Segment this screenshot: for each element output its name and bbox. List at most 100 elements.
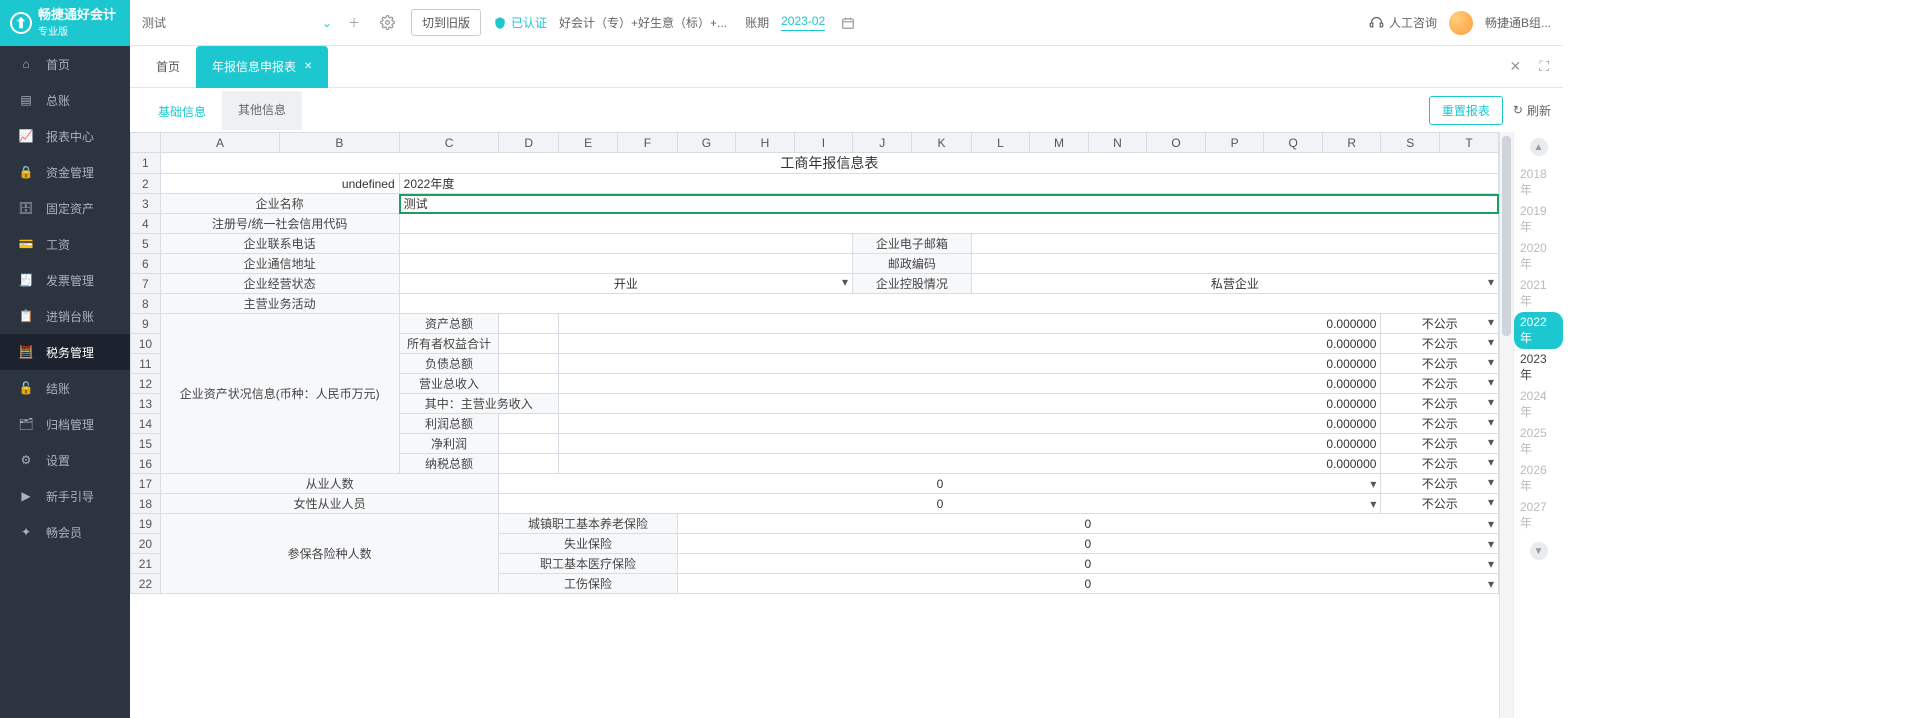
tab-home[interactable]: 首页 xyxy=(140,46,196,88)
col-header[interactable]: H xyxy=(736,133,795,153)
year-item[interactable]: 2026年 xyxy=(1514,460,1563,497)
year-item[interactable]: 2021年 xyxy=(1514,275,1563,312)
row-header[interactable]: 5 xyxy=(131,234,161,254)
col-header[interactable]: S xyxy=(1381,133,1440,153)
cell[interactable]: 2022年度 xyxy=(399,174,1498,194)
row-header[interactable]: 7 xyxy=(131,274,161,294)
col-header[interactable]: A xyxy=(160,133,279,153)
row-header[interactable]: 3 xyxy=(131,194,161,214)
year-item[interactable]: 2022年 xyxy=(1514,312,1563,349)
nav-item-10[interactable]: 🗂归档管理 xyxy=(0,406,130,442)
cell[interactable]: 0.000000 xyxy=(558,314,1381,334)
disclosure-select[interactable]: 不公示 xyxy=(1381,494,1499,514)
year-item[interactable]: 2027年 xyxy=(1514,497,1563,534)
fullscreen-icon[interactable]: ⛶ xyxy=(1535,54,1553,79)
col-header[interactable]: D xyxy=(499,133,558,153)
add-icon[interactable]: ＋ xyxy=(344,10,364,35)
col-header[interactable]: N xyxy=(1088,133,1147,153)
row-header[interactable]: 6 xyxy=(131,254,161,274)
nav-item-6[interactable]: 🧾发票管理 xyxy=(0,262,130,298)
cell[interactable]: 0.000000 xyxy=(558,414,1381,434)
row-header[interactable]: 21 xyxy=(131,554,161,574)
avatar[interactable] xyxy=(1449,11,1473,35)
cell[interactable]: 0 xyxy=(677,534,1498,554)
col-header[interactable]: F xyxy=(618,133,677,153)
refresh-button[interactable]: ↻ 刷新 xyxy=(1513,102,1551,119)
cell[interactable] xyxy=(971,234,1498,254)
year-item[interactable]: 2018年 xyxy=(1514,164,1563,201)
col-header[interactable]: B xyxy=(280,133,399,153)
cell[interactable]: 0.000000 xyxy=(558,434,1381,454)
row-header[interactable]: 8 xyxy=(131,294,161,314)
cell[interactable] xyxy=(499,454,558,474)
nav-item-5[interactable]: 💳工资 xyxy=(0,226,130,262)
company-name-cell[interactable]: 测试 xyxy=(399,194,1498,214)
cell[interactable] xyxy=(499,374,558,394)
cell[interactable]: 0.000000 xyxy=(558,354,1381,374)
year-item[interactable]: 2019年 xyxy=(1514,201,1563,238)
close-all-icon[interactable]: ✕ xyxy=(1505,54,1525,79)
tab-annual-report[interactable]: 年报信息申报表 ✕ xyxy=(196,46,328,88)
row-header[interactable]: 22 xyxy=(131,574,161,594)
gear-icon[interactable] xyxy=(376,11,399,34)
disclosure-select[interactable]: 不公示 xyxy=(1381,314,1499,334)
disclosure-select[interactable]: 不公示 xyxy=(1381,394,1499,414)
sub-tab-basic[interactable]: 基础信息 xyxy=(142,91,222,130)
cell[interactable] xyxy=(499,434,558,454)
cell[interactable] xyxy=(399,294,1498,314)
close-icon[interactable]: ✕ xyxy=(304,61,312,72)
cell[interactable]: 0.000000 xyxy=(558,334,1381,354)
row-header[interactable]: 1 xyxy=(131,153,161,174)
row-header[interactable]: 15 xyxy=(131,434,161,454)
row-header[interactable]: 12 xyxy=(131,374,161,394)
disclosure-select[interactable]: 不公示 xyxy=(1381,434,1499,454)
col-header[interactable]: C xyxy=(399,133,499,153)
row-header[interactable]: 18 xyxy=(131,494,161,514)
cell[interactable]: 0 xyxy=(677,514,1498,534)
cell[interactable] xyxy=(971,254,1498,274)
cell[interactable]: 0 xyxy=(677,574,1498,594)
col-header[interactable]: T xyxy=(1440,133,1499,153)
cell[interactable]: 0.000000 xyxy=(558,374,1381,394)
col-header[interactable]: Q xyxy=(1264,133,1323,153)
row-header[interactable]: 9 xyxy=(131,314,161,334)
disclosure-select[interactable]: 不公示 xyxy=(1381,374,1499,394)
nav-item-8[interactable]: 🧮税务管理 xyxy=(0,334,130,370)
year-item[interactable]: 2023年 xyxy=(1514,349,1563,386)
cell[interactable] xyxy=(399,254,852,274)
col-header[interactable]: I xyxy=(794,133,852,153)
row-header[interactable]: 10 xyxy=(131,334,161,354)
sub-tab-other[interactable]: 其他信息 xyxy=(222,91,302,130)
cell[interactable] xyxy=(399,214,1498,234)
nav-item-2[interactable]: 📈报表中心 xyxy=(0,118,130,154)
cell[interactable] xyxy=(399,234,852,254)
spreadsheet[interactable]: ABCDEFGHIJKLMNOPQRST1工商年报信息表2undefined20… xyxy=(130,132,1499,718)
switch-old-button[interactable]: 切到旧版 xyxy=(411,9,481,36)
nav-item-4[interactable]: 🗄固定资产 xyxy=(0,190,130,226)
cell[interactable]: 0.000000 xyxy=(558,454,1381,474)
cell[interactable] xyxy=(499,314,558,334)
cell[interactable]: 0 xyxy=(499,474,1381,494)
vertical-scrollbar[interactable] xyxy=(1499,132,1513,718)
nav-item-9[interactable]: 🔓结账 xyxy=(0,370,130,406)
holding-select[interactable]: 私营企业 xyxy=(971,274,1498,294)
nav-item-1[interactable]: ▤总账 xyxy=(0,82,130,118)
disclosure-select[interactable]: 不公示 xyxy=(1381,354,1499,374)
row-header[interactable]: 20 xyxy=(131,534,161,554)
row-header[interactable]: 16 xyxy=(131,454,161,474)
col-header[interactable]: P xyxy=(1205,133,1264,153)
col-header[interactable]: R xyxy=(1322,133,1381,153)
disclosure-select[interactable]: 不公示 xyxy=(1381,414,1499,434)
year-item[interactable]: 2024年 xyxy=(1514,386,1563,423)
disclosure-select[interactable]: 不公示 xyxy=(1381,334,1499,354)
row-header[interactable]: 2 xyxy=(131,174,161,194)
disclosure-select[interactable]: 不公示 xyxy=(1381,454,1499,474)
col-header[interactable]: O xyxy=(1147,133,1206,153)
cell[interactable] xyxy=(499,354,558,374)
user-name[interactable]: 畅捷通B组... xyxy=(1485,14,1551,31)
year-item[interactable]: 2020年 xyxy=(1514,238,1563,275)
calendar-icon[interactable] xyxy=(837,12,859,34)
nav-item-12[interactable]: ▶新手引导 xyxy=(0,478,130,514)
col-header[interactable]: L xyxy=(971,133,1029,153)
nav-item-13[interactable]: ✦畅会员 xyxy=(0,514,130,550)
